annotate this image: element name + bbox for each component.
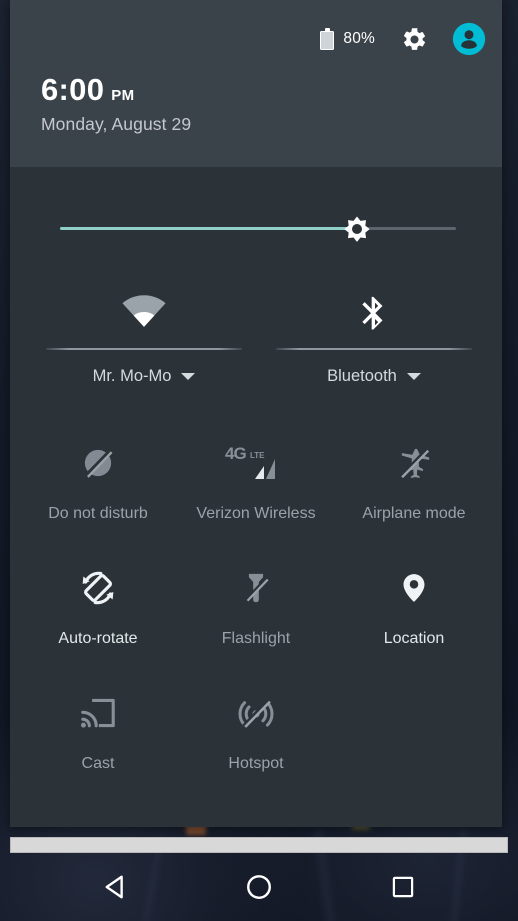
tile-location[interactable]: Location — [332, 550, 496, 675]
bluetooth-tile-divider — [276, 348, 472, 350]
do-not-disturb-icon — [79, 441, 117, 485]
clock-time: 6:00 — [41, 72, 105, 107]
airplane-mode-icon — [395, 441, 433, 485]
tile-label: Hotspot — [228, 755, 284, 772]
location-pin-icon — [397, 566, 431, 610]
home-icon — [247, 875, 271, 899]
quick-settings-panel: 80% 6:00 PM Monday, August 29 Mr. Mo-Mo … — [10, 0, 502, 827]
tile-auto-rotate[interactable]: Auto-rotate — [16, 550, 180, 675]
signal-4g-lte-icon: 4G LTE — [225, 441, 287, 485]
tile-row: Cast Hotspot — [10, 675, 502, 800]
wifi-tile-divider — [46, 348, 242, 350]
user-avatar-icon[interactable] — [452, 22, 486, 56]
home-button[interactable] — [231, 859, 287, 915]
brightness-slider[interactable] — [10, 167, 502, 292]
tile-flashlight[interactable]: Flashlight — [174, 550, 338, 675]
gear-icon[interactable] — [401, 26, 428, 53]
bluetooth-tile[interactable]: Bluetooth — [268, 285, 480, 405]
brightness-fill — [60, 227, 357, 230]
recents-button[interactable] — [375, 859, 431, 915]
brightness-sun-icon[interactable] — [337, 209, 377, 249]
hotspot-icon — [237, 691, 275, 735]
flashlight-icon — [239, 566, 273, 610]
tile-row: Auto-rotate Flashlight Location — [10, 550, 502, 675]
bluetooth-icon — [362, 296, 383, 330]
auto-rotate-icon — [78, 566, 118, 610]
back-icon — [105, 875, 123, 899]
wifi-icon — [122, 295, 166, 327]
panel-drag-handle[interactable] — [10, 837, 508, 853]
tile-cast[interactable]: Cast — [16, 675, 180, 800]
back-button[interactable] — [88, 859, 144, 915]
phone-screen: 80% 6:00 PM Monday, August 29 Mr. Mo-Mo … — [0, 0, 518, 921]
tile-label: Cast — [81, 755, 115, 772]
tile-label: Do not disturb — [48, 505, 148, 522]
tile-airplane-mode[interactable]: Airplane mode — [332, 425, 496, 550]
status-icons-row: 80% — [320, 22, 486, 56]
clock-date: Monday, August 29 — [41, 114, 192, 134]
tile-hotspot[interactable]: Hotspot — [174, 675, 338, 800]
wifi-label: Mr. Mo-Mo — [92, 367, 172, 385]
tile-label: Auto-rotate — [58, 630, 138, 647]
wifi-tile[interactable]: Mr. Mo-Mo — [38, 285, 250, 405]
tile-label: Flashlight — [221, 630, 291, 647]
tile-mobile-data[interactable]: 4G LTE Verizon Wireless — [174, 425, 338, 550]
svg-text:LTE: LTE — [250, 451, 265, 460]
clock-block[interactable]: 6:00 PM Monday, August 29 — [41, 74, 191, 135]
tile-label: Airplane mode — [362, 505, 466, 522]
svg-text:4G: 4G — [225, 444, 246, 463]
quick-settings-header: 80% 6:00 PM Monday, August 29 — [10, 0, 502, 167]
chevron-down-icon[interactable] — [406, 373, 421, 380]
clock-ampm: PM — [111, 87, 135, 104]
bluetooth-label: Bluetooth — [327, 367, 397, 385]
dual-tiles-row: Mr. Mo-Mo Bluetooth — [10, 285, 502, 405]
battery-icon — [320, 28, 335, 50]
battery-status[interactable]: 80% — [320, 28, 375, 50]
recents-icon — [392, 876, 414, 898]
quick-settings-tile-grid: Do not disturb 4G LTE Verizon Wireless A… — [10, 425, 502, 800]
tile-row: Do not disturb 4G LTE Verizon Wireless A… — [10, 425, 502, 550]
battery-percent-label: 80% — [343, 30, 375, 47]
chevron-down-icon[interactable] — [181, 373, 196, 380]
brightness-track[interactable] — [60, 227, 456, 230]
tile-label: Verizon Wireless — [196, 505, 316, 522]
cast-icon — [78, 691, 118, 735]
tile-label: Location — [383, 630, 445, 647]
navigation-bar — [0, 853, 518, 921]
tile-do-not-disturb[interactable]: Do not disturb — [16, 425, 180, 550]
